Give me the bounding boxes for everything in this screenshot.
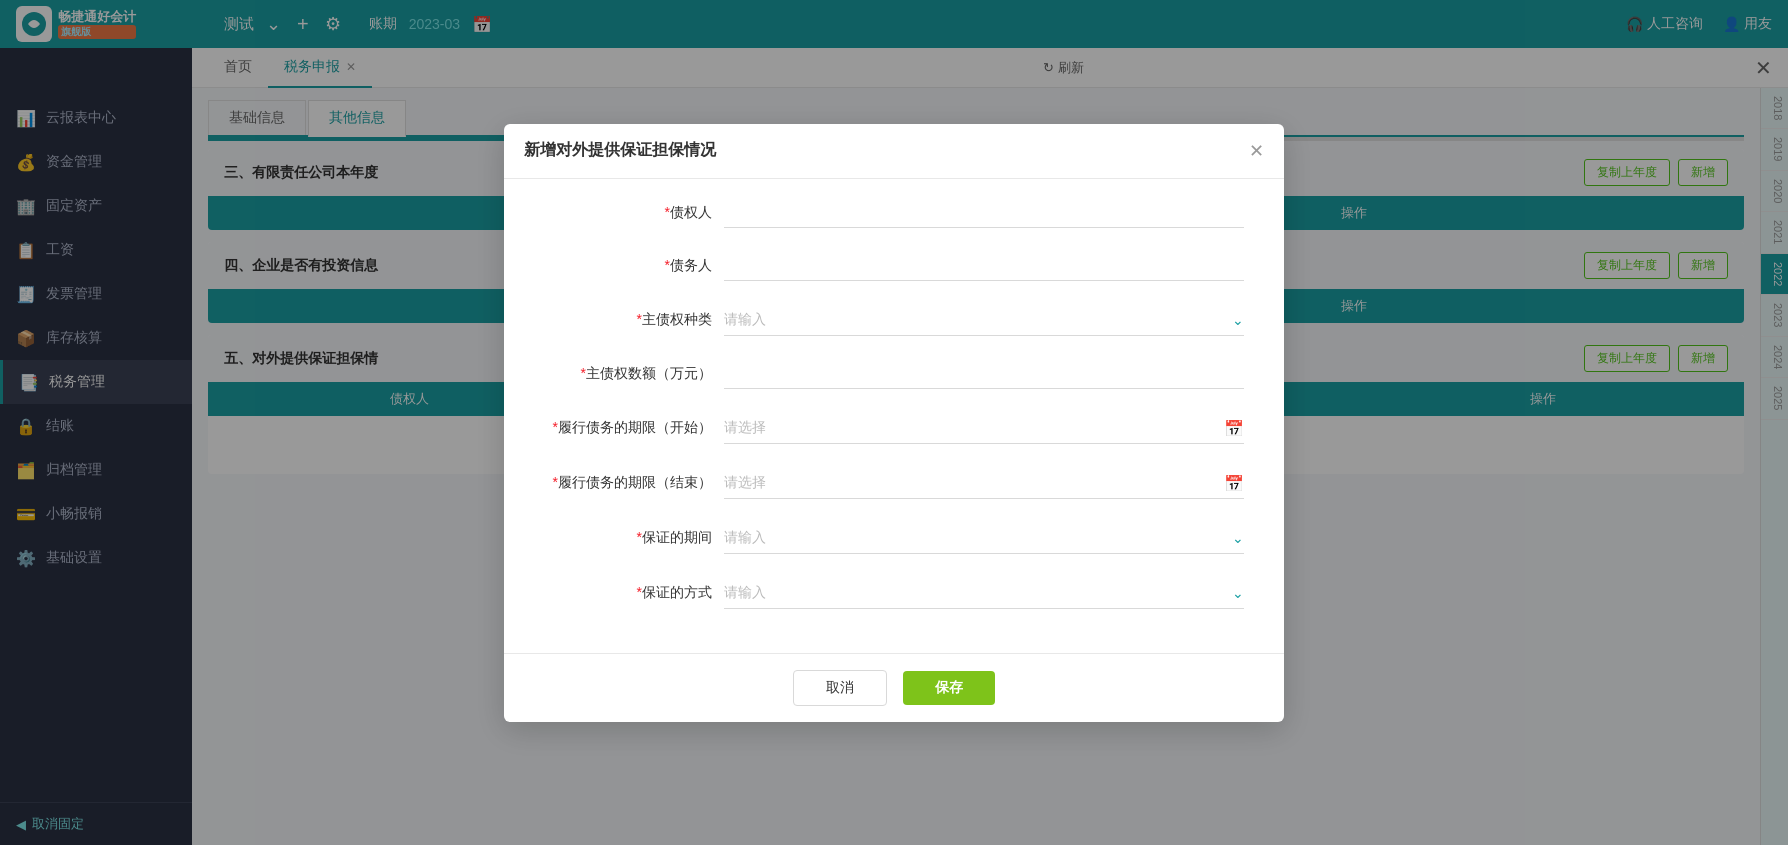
form-row-guarantee-period: *保证的期间 请输入 ⌄ — [544, 523, 1244, 554]
field-claim-type[interactable]: 请输入 ⌄ — [724, 305, 1244, 336]
label-guarantee-method: *保证的方式 — [544, 584, 724, 602]
form-row-debtor: *债务人 — [544, 252, 1244, 281]
input-claim-amount[interactable] — [724, 360, 1244, 389]
date-placeholder-start: 请选择 — [724, 419, 766, 435]
modal-overlay[interactable]: 新增对外提供保证担保情况 ✕ *债权人 *债务人 — [0, 0, 1788, 845]
form-row-claim-amount: *主债权数额（万元） — [544, 360, 1244, 389]
field-period-start[interactable]: 请选择 📅 — [724, 413, 1244, 444]
label-claim-amount: *主债权数额（万元） — [544, 365, 724, 383]
modal-footer: 取消 保存 — [504, 653, 1284, 722]
save-button[interactable]: 保存 — [903, 671, 995, 705]
form-row-period-end: *履行债务的期限（结束） 请选择 📅 — [544, 468, 1244, 499]
select-placeholder-claim-type: 请输入 — [724, 311, 766, 327]
form-row-creditor: *债权人 — [544, 199, 1244, 228]
calendar-icon-start: 📅 — [1224, 418, 1244, 437]
field-period-end[interactable]: 请选择 📅 — [724, 468, 1244, 499]
label-creditor: *债权人 — [544, 204, 724, 222]
modal-body: *债权人 *债务人 *主债权种类 — [504, 179, 1284, 653]
calendar-icon-end: 📅 — [1224, 473, 1244, 492]
select-placeholder-guarantee-period: 请输入 — [724, 529, 766, 545]
chevron-down-icon-guarantee-period: ⌄ — [1232, 530, 1244, 546]
chevron-down-icon-guarantee-method: ⌄ — [1232, 585, 1244, 601]
field-creditor — [724, 199, 1244, 228]
label-period-end: *履行债务的期限（结束） — [544, 474, 724, 492]
label-debtor: *债务人 — [544, 257, 724, 275]
label-guarantee-period: *保证的期间 — [544, 529, 724, 547]
modal-add-guarantee: 新增对外提供保证担保情况 ✕ *债权人 *债务人 — [504, 124, 1284, 722]
modal-title: 新增对外提供保证担保情况 — [524, 140, 716, 161]
field-claim-amount — [724, 360, 1244, 389]
modal-header: 新增对外提供保证担保情况 ✕ — [504, 124, 1284, 179]
input-creditor[interactable] — [724, 199, 1244, 228]
modal-close-button[interactable]: ✕ — [1249, 140, 1264, 162]
field-debtor — [724, 252, 1244, 281]
date-placeholder-end: 请选择 — [724, 474, 766, 490]
input-debtor[interactable] — [724, 252, 1244, 281]
field-guarantee-period[interactable]: 请输入 ⌄ — [724, 523, 1244, 554]
form-row-period-start: *履行债务的期限（开始） 请选择 📅 — [544, 413, 1244, 444]
label-claim-type: *主债权种类 — [544, 311, 724, 329]
select-placeholder-guarantee-method: 请输入 — [724, 584, 766, 600]
cancel-button[interactable]: 取消 — [793, 670, 887, 706]
chevron-down-icon-claim-type: ⌄ — [1232, 312, 1244, 328]
field-guarantee-method[interactable]: 请输入 ⌄ — [724, 578, 1244, 609]
label-period-start: *履行债务的期限（开始） — [544, 419, 724, 437]
form-row-guarantee-method: *保证的方式 请输入 ⌄ — [544, 578, 1244, 609]
form-row-claim-type: *主债权种类 请输入 ⌄ — [544, 305, 1244, 336]
